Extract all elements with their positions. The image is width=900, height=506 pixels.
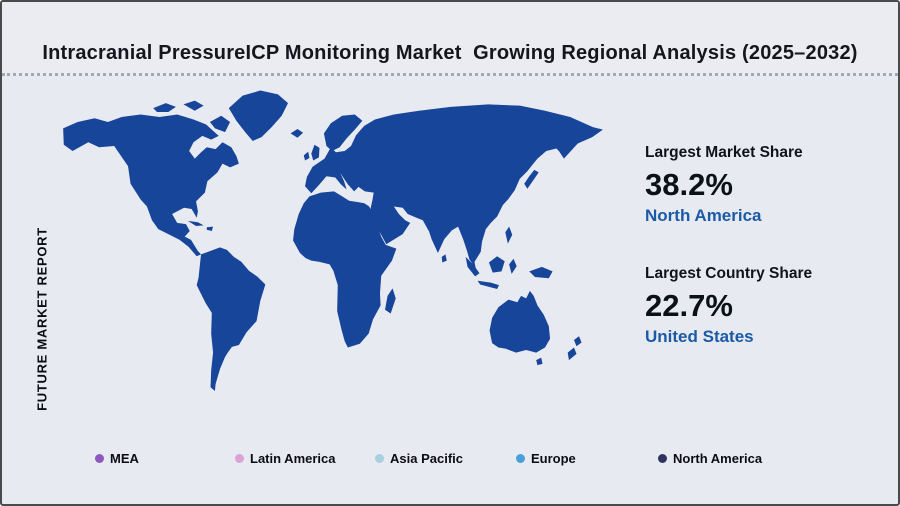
world-map-landmass bbox=[63, 90, 603, 392]
legend-dot-latin-america bbox=[235, 453, 244, 463]
stat-region: United States bbox=[645, 326, 754, 346]
watermark-future-market-report: FUTURE MARKET REPORT bbox=[34, 227, 50, 411]
legend-label: North America bbox=[673, 450, 763, 466]
report-title: Intracranial PressureICP Monitoring Mark… bbox=[42, 42, 858, 64]
title-divider bbox=[2, 73, 898, 76]
legend-dot-mea bbox=[95, 453, 104, 463]
stat-largest-country-share: Largest Country Share 22.7% United State… bbox=[645, 265, 812, 347]
legend-dot-asia-pacific bbox=[375, 453, 384, 463]
legend-dot-north-america bbox=[658, 453, 667, 463]
legend-item-latin-america: Latin America bbox=[235, 449, 336, 467]
world-map-svg bbox=[63, 90, 603, 392]
stat-label: Largest Country Share bbox=[645, 265, 813, 282]
stat-value: 38.2% bbox=[645, 167, 733, 202]
legend-item-north-america: North America bbox=[658, 449, 762, 467]
header: Intracranial PressureICP Monitoring Mark… bbox=[2, 2, 898, 76]
legend: MEA Latin America Asia Pacific Europe No… bbox=[2, 449, 898, 469]
legend-label: Asia Pacific bbox=[390, 450, 463, 466]
infographic-card: Intracranial PressureICP Monitoring Mark… bbox=[0, 0, 900, 506]
legend-item-mea: MEA bbox=[95, 449, 139, 467]
stat-label: Largest Market Share bbox=[645, 144, 803, 161]
stat-largest-market-share: Largest Market Share 38.2% North America bbox=[645, 144, 803, 226]
legend-label: Europe bbox=[531, 450, 576, 466]
stat-region: North America bbox=[645, 205, 762, 225]
legend-label: Latin America bbox=[250, 450, 336, 466]
legend-label: MEA bbox=[110, 450, 139, 466]
legend-dot-europe bbox=[516, 453, 525, 463]
world-map bbox=[60, 88, 608, 403]
legend-item-europe: Europe bbox=[516, 449, 576, 467]
legend-item-asia-pacific: Asia Pacific bbox=[375, 449, 463, 467]
stat-value: 22.7% bbox=[645, 288, 733, 323]
